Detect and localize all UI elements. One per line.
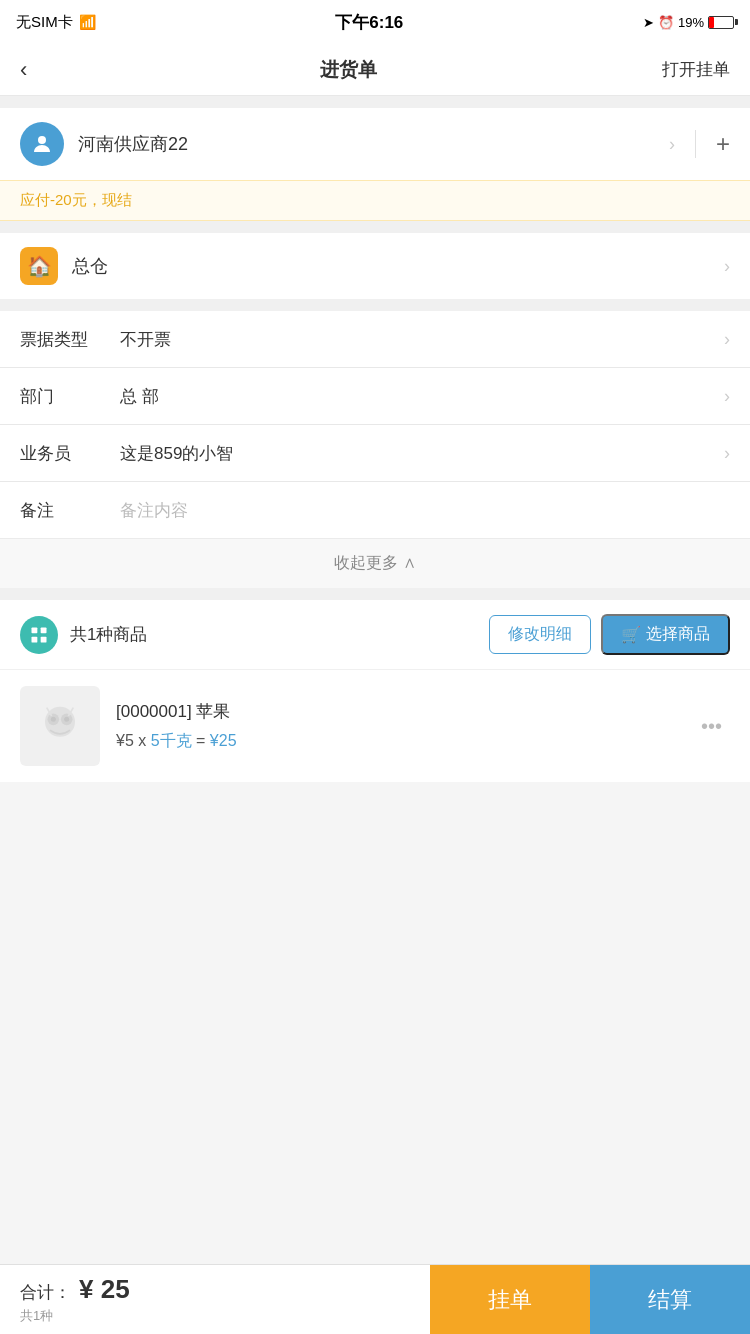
svg-rect-4 — [41, 636, 47, 642]
price-equals: = — [196, 732, 210, 749]
product-title: 苹果 — [196, 702, 230, 721]
svg-point-0 — [38, 136, 46, 144]
remark-label: 备注 — [20, 499, 120, 522]
products-count: 共1种商品 — [70, 623, 489, 646]
supplier-arrow-icon: › — [669, 134, 675, 155]
product-unit-price: ¥5 — [116, 732, 134, 749]
product-more-button[interactable]: ••• — [693, 711, 730, 742]
section-divider-4 — [0, 588, 750, 600]
footer-total: 合计： ¥ 25 共1种 — [0, 1265, 430, 1334]
open-hold-button[interactable]: 打开挂单 — [662, 58, 730, 81]
salesperson-arrow-icon: › — [724, 443, 730, 464]
invoice-type-value: 不开票 — [120, 328, 716, 351]
salesperson-value: 这是859的小智 — [120, 442, 716, 465]
total-sub: 共1种 — [20, 1307, 410, 1325]
svg-point-8 — [51, 717, 56, 722]
product-qty: 5千克 — [151, 732, 192, 749]
collapse-button[interactable]: 收起更多 ∧ — [0, 538, 750, 588]
location-icon: ➤ — [643, 15, 654, 30]
department-label: 部门 — [20, 385, 120, 408]
section-divider-1 — [0, 96, 750, 108]
supplier-avatar — [20, 122, 64, 166]
warehouse-icon: 🏠 — [20, 247, 58, 285]
products-icon — [20, 616, 58, 654]
carrier-text: 无SIM卡 — [16, 13, 73, 32]
supplier-name: 河南供应商22 — [78, 132, 669, 156]
supplier-divider — [695, 130, 696, 158]
product-price: ¥5 x 5千克 = ¥25 — [116, 731, 693, 752]
remark-row[interactable]: 备注 备注内容 — [0, 482, 750, 538]
warehouse-row[interactable]: 🏠 总仓 › — [0, 233, 750, 299]
status-time: 下午6:16 — [335, 11, 403, 34]
section-divider-2 — [0, 221, 750, 233]
status-bar: 无SIM卡 📶 下午6:16 ➤ ⏰ 19% — [0, 0, 750, 44]
invoice-type-row[interactable]: 票据类型 不开票 › — [0, 311, 750, 367]
add-supplier-button[interactable]: + — [716, 130, 730, 158]
svg-rect-2 — [41, 627, 47, 633]
supplier-row[interactable]: 河南供应商22 › + — [0, 108, 750, 180]
product-total: ¥25 — [210, 732, 237, 749]
back-button[interactable]: ‹ — [20, 53, 35, 87]
select-product-button[interactable]: 🛒 选择商品 — [601, 614, 730, 655]
cart-icon: 🛒 — [621, 625, 641, 644]
footer: 合计： ¥ 25 共1种 挂单 结算 — [0, 1264, 750, 1334]
invoice-type-label: 票据类型 — [20, 328, 120, 351]
product-item: [0000001] 苹果 ¥5 x 5千克 = ¥25 ••• — [0, 669, 750, 782]
select-product-label: 选择商品 — [646, 624, 710, 645]
salesperson-row[interactable]: 业务员 这是859的小智 › — [0, 425, 750, 481]
supplier-section: 河南供应商22 › + 应付-20元，现结 — [0, 108, 750, 221]
product-name: [0000001] 苹果 — [116, 700, 693, 723]
salesperson-label: 业务员 — [20, 442, 120, 465]
edit-detail-button[interactable]: 修改明细 — [489, 615, 591, 654]
remark-placeholder: 备注内容 — [120, 499, 730, 522]
department-row[interactable]: 部门 总 部 › — [0, 368, 750, 424]
products-section: 共1种商品 修改明细 🛒 选择商品 [0000001] 苹果 — [0, 600, 750, 782]
total-amount: ¥ 25 — [79, 1274, 130, 1305]
settle-button[interactable]: 结算 — [590, 1265, 750, 1334]
footer-total-row: 合计： ¥ 25 — [20, 1274, 410, 1305]
invoice-type-arrow-icon: › — [724, 329, 730, 350]
products-header: 共1种商品 修改明细 🛒 选择商品 — [0, 600, 750, 669]
footer-spacer — [0, 782, 750, 862]
wifi-icon: 📶 — [79, 14, 96, 30]
price-multiply: x — [138, 732, 150, 749]
battery-percent: 19% — [678, 15, 704, 30]
department-value: 总 部 — [120, 385, 716, 408]
status-left: 无SIM卡 📶 — [16, 13, 96, 32]
department-arrow-icon: › — [724, 386, 730, 407]
battery-icon — [708, 16, 734, 29]
warehouse-name: 总仓 — [72, 254, 724, 278]
form-section: 票据类型 不开票 › 部门 总 部 › 业务员 这是859的小智 › 备注 备注… — [0, 311, 750, 588]
warehouse-section: 🏠 总仓 › — [0, 233, 750, 299]
info-banner: 应付-20元，现结 — [0, 180, 750, 221]
page-title: 进货单 — [320, 57, 377, 83]
alarm-icon: ⏰ — [658, 15, 674, 30]
nav-bar: ‹ 进货单 打开挂单 — [0, 44, 750, 96]
product-thumbnail — [20, 686, 100, 766]
total-label: 合计： — [20, 1281, 71, 1304]
status-right: ➤ ⏰ 19% — [643, 15, 734, 30]
product-code: [0000001] — [116, 702, 192, 721]
product-info: [0000001] 苹果 ¥5 x 5千克 = ¥25 — [116, 700, 693, 752]
warehouse-arrow-icon: › — [724, 256, 730, 277]
hold-button[interactable]: 挂单 — [430, 1265, 590, 1334]
svg-rect-1 — [32, 627, 38, 633]
svg-point-9 — [64, 717, 69, 722]
svg-rect-3 — [32, 636, 38, 642]
section-divider-3 — [0, 299, 750, 311]
